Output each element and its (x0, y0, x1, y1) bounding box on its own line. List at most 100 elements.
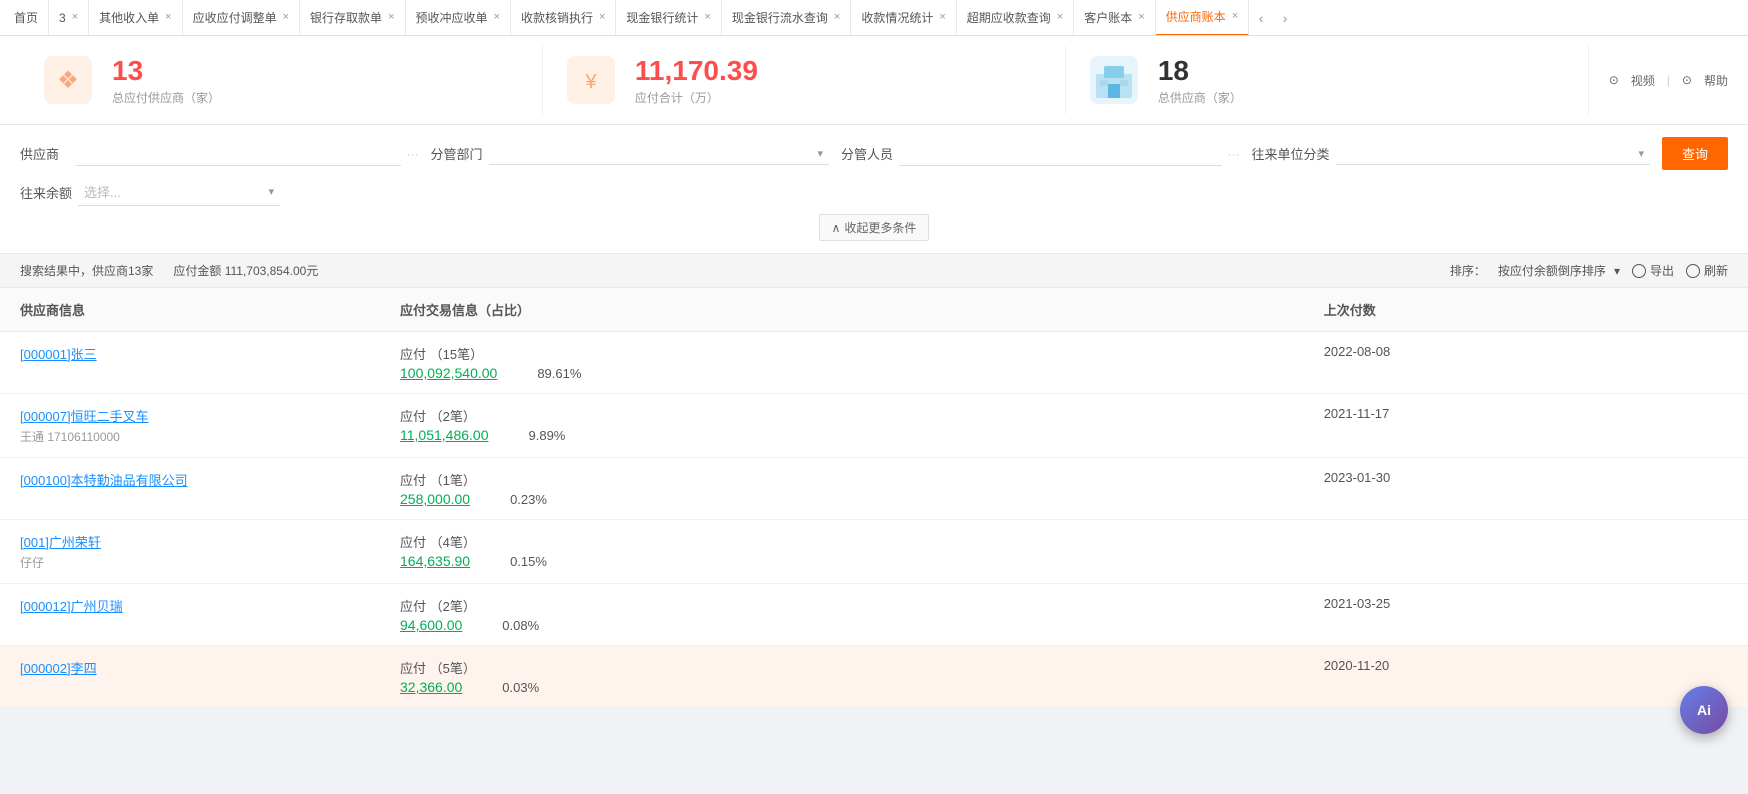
nav-tab-collection[interactable]: 收款核销执行 × (511, 0, 616, 36)
table-row: [001]广州荣轩仔仔应付 （4笔）164,635.900.15% (0, 520, 1748, 584)
supplier-cell-3: [001]广州荣轩仔仔 (0, 520, 380, 584)
person-dots[interactable]: ··· (1228, 147, 1240, 161)
trans-percent-5: 0.03% (502, 680, 539, 695)
last-pay-cell-3 (1304, 520, 1748, 584)
nav-tab-prepay[interactable]: 预收冲应收单 × (406, 0, 511, 36)
trans-percent-1: 9.89% (529, 428, 566, 443)
close-icon[interactable]: × (283, 12, 289, 23)
sort-select[interactable]: 按应付余额倒序排序 ▾ (1498, 262, 1620, 279)
nav-tab-other-income[interactable]: 其他收入单 × (89, 0, 182, 36)
nav-tab-bank[interactable]: 银行存取款单 × (300, 0, 405, 36)
top-right-links: ⊙ 视频 | ⊙ 帮助 (1589, 72, 1728, 89)
trans-amount-5[interactable]: 32,366.00 (400, 679, 462, 695)
stat-content-total-supplier: 18 总供应商（家） (1158, 54, 1568, 107)
collapse-btn-label: 收起更多条件 (844, 219, 916, 236)
close-icon[interactable]: × (1138, 12, 1144, 23)
close-icon[interactable]: × (1232, 11, 1238, 22)
ai-button[interactable]: Ai (1680, 686, 1728, 734)
refresh-icon (1686, 264, 1700, 278)
category-dropdown-arrow: ▾ (1638, 147, 1644, 160)
close-icon[interactable]: × (494, 12, 500, 23)
balance-filter-select[interactable]: 选择... ▾ (78, 178, 280, 206)
nav-prev-arrow[interactable]: ‹ (1249, 0, 1273, 36)
help-link[interactable]: 帮助 (1704, 72, 1728, 89)
stat-block-total-suppliers: 18 总供应商（家） (1066, 46, 1589, 114)
trans-amount-2[interactable]: 258,000.00 (400, 491, 470, 507)
sort-label: 排序： (1450, 262, 1486, 279)
nav-tab-3[interactable]: 3 × (49, 0, 89, 36)
nav-tab-customer-ledger[interactable]: 客户账本 × (1074, 0, 1155, 36)
nav-tab-3-label: 3 (59, 11, 66, 25)
nav-tab-overdue[interactable]: 超期应收款查询 × (957, 0, 1074, 36)
nav-tab-receipt-stat-label: 收款情况统计 (861, 9, 933, 26)
close-icon[interactable]: × (599, 12, 605, 23)
balance-placeholder: 选择... (84, 182, 121, 201)
trans-amount-4[interactable]: 94,600.00 (400, 617, 462, 633)
nav-tab-adjust[interactable]: 应收应付调整单 × (183, 0, 300, 36)
filter-supplier: 供应商 ··· (20, 142, 419, 166)
search-button[interactable]: 查询 (1662, 137, 1728, 170)
dept-filter-select[interactable]: ▾ (489, 143, 829, 165)
last-pay-cell-0: 2022-08-08 (1304, 332, 1748, 394)
close-icon[interactable]: × (72, 12, 78, 23)
last-pay-cell-4: 2021-03-25 (1304, 584, 1748, 646)
person-filter-label: 分管人员 (841, 144, 893, 163)
close-icon[interactable]: × (1057, 12, 1063, 23)
supplier-link-3[interactable]: [001]广州荣轩 (20, 535, 101, 550)
nav-tab-cash-flow[interactable]: 现金银行流水查询 × (722, 0, 851, 36)
refresh-button[interactable]: 刷新 (1686, 262, 1728, 279)
collapse-button[interactable]: ∧ 收起更多条件 (819, 214, 930, 241)
trans-amount-row-5: 32,366.00 0.03% (400, 677, 1284, 695)
close-icon[interactable]: × (165, 12, 171, 23)
payable-total-icon: ¥ (563, 52, 619, 108)
sort-value: 按应付余额倒序排序 (1498, 262, 1606, 279)
nav-next-arrow[interactable]: › (1273, 0, 1297, 36)
trans-amount-row-3: 164,635.90 0.15% (400, 551, 1284, 569)
supplier-filter-input[interactable] (76, 142, 401, 166)
filter-dept: 分管部门 ▾ (431, 143, 830, 165)
nav-tab-cash-flow-label: 现金银行流水查询 (732, 9, 828, 26)
refresh-label: 刷新 (1704, 262, 1728, 279)
supplier-link-2[interactable]: [000100]本特勤油品有限公司 (20, 473, 188, 488)
category-filter-select[interactable]: ▾ (1336, 143, 1650, 165)
dept-dropdown-arrow: ▾ (817, 147, 823, 160)
trans-cell-5: 应付 （5笔） 32,366.00 0.03% (380, 646, 1304, 708)
table-row: [000001]张三应付 （15笔）100,092,540.0089.61%20… (0, 332, 1748, 394)
last-pay-cell-1: 2021-11-17 (1304, 394, 1748, 458)
supplier-link-4[interactable]: [000012]广州贝瑞 (20, 599, 123, 614)
payable-total-label: 应付合计（万） (635, 89, 1045, 106)
trans-label-count-5: 应付 （5笔） (400, 658, 1284, 677)
export-label: 导出 (1650, 262, 1674, 279)
nav-tab-supplier-ledger[interactable]: 供应商账本 × (1156, 0, 1249, 36)
supplier-link-5[interactable]: [000002]李四 (20, 661, 97, 676)
supplier-cell-5: [000002]李四 (0, 646, 380, 708)
trans-percent-4: 0.08% (502, 618, 539, 633)
trans-amount-0[interactable]: 100,092,540.00 (400, 365, 497, 381)
last-pay-cell-5: 2020-11-20 (1304, 646, 1748, 708)
nav-tab-prepay-label: 预收冲应收单 (416, 9, 488, 26)
trans-amount-1[interactable]: 11,051,486.00 (400, 427, 489, 443)
trans-percent-3: 0.15% (510, 554, 547, 569)
export-button[interactable]: 导出 (1632, 262, 1674, 279)
nav-tab-adjust-label: 应收应付调整单 (193, 9, 277, 26)
trans-amount-3[interactable]: 164,635.90 (400, 553, 470, 569)
person-filter-input[interactable] (899, 142, 1221, 166)
nav-tab-cash-stat-label: 现金银行统计 (626, 9, 698, 26)
payable-supplier-count: 13 (112, 54, 522, 88)
category-filter-label: 往来单位分类 (1252, 144, 1330, 163)
close-icon[interactable]: × (388, 12, 394, 23)
video-link[interactable]: 视频 (1631, 72, 1655, 89)
circle-icon: ⊙ (1609, 73, 1619, 87)
nav-tab-receipt-stat[interactable]: 收款情况统计 × (851, 0, 956, 36)
close-icon[interactable]: × (939, 12, 945, 23)
nav-tab-home[interactable]: 首页 (4, 0, 49, 36)
close-icon[interactable]: × (834, 12, 840, 23)
supplier-link-0[interactable]: [000001]张三 (20, 347, 97, 362)
trans-cell-3: 应付 （4笔）164,635.900.15% (380, 520, 1304, 584)
supplier-dots[interactable]: ··· (407, 147, 419, 161)
supplier-link-1[interactable]: [000007]恒旺二手叉车 (20, 409, 149, 424)
chevron-up-icon: ∧ (832, 221, 841, 235)
nav-tab-cash-stat[interactable]: 现金银行统计 × (616, 0, 721, 36)
close-icon[interactable]: × (704, 12, 710, 23)
supplier-cell-2: [000100]本特勤油品有限公司 (0, 458, 380, 520)
